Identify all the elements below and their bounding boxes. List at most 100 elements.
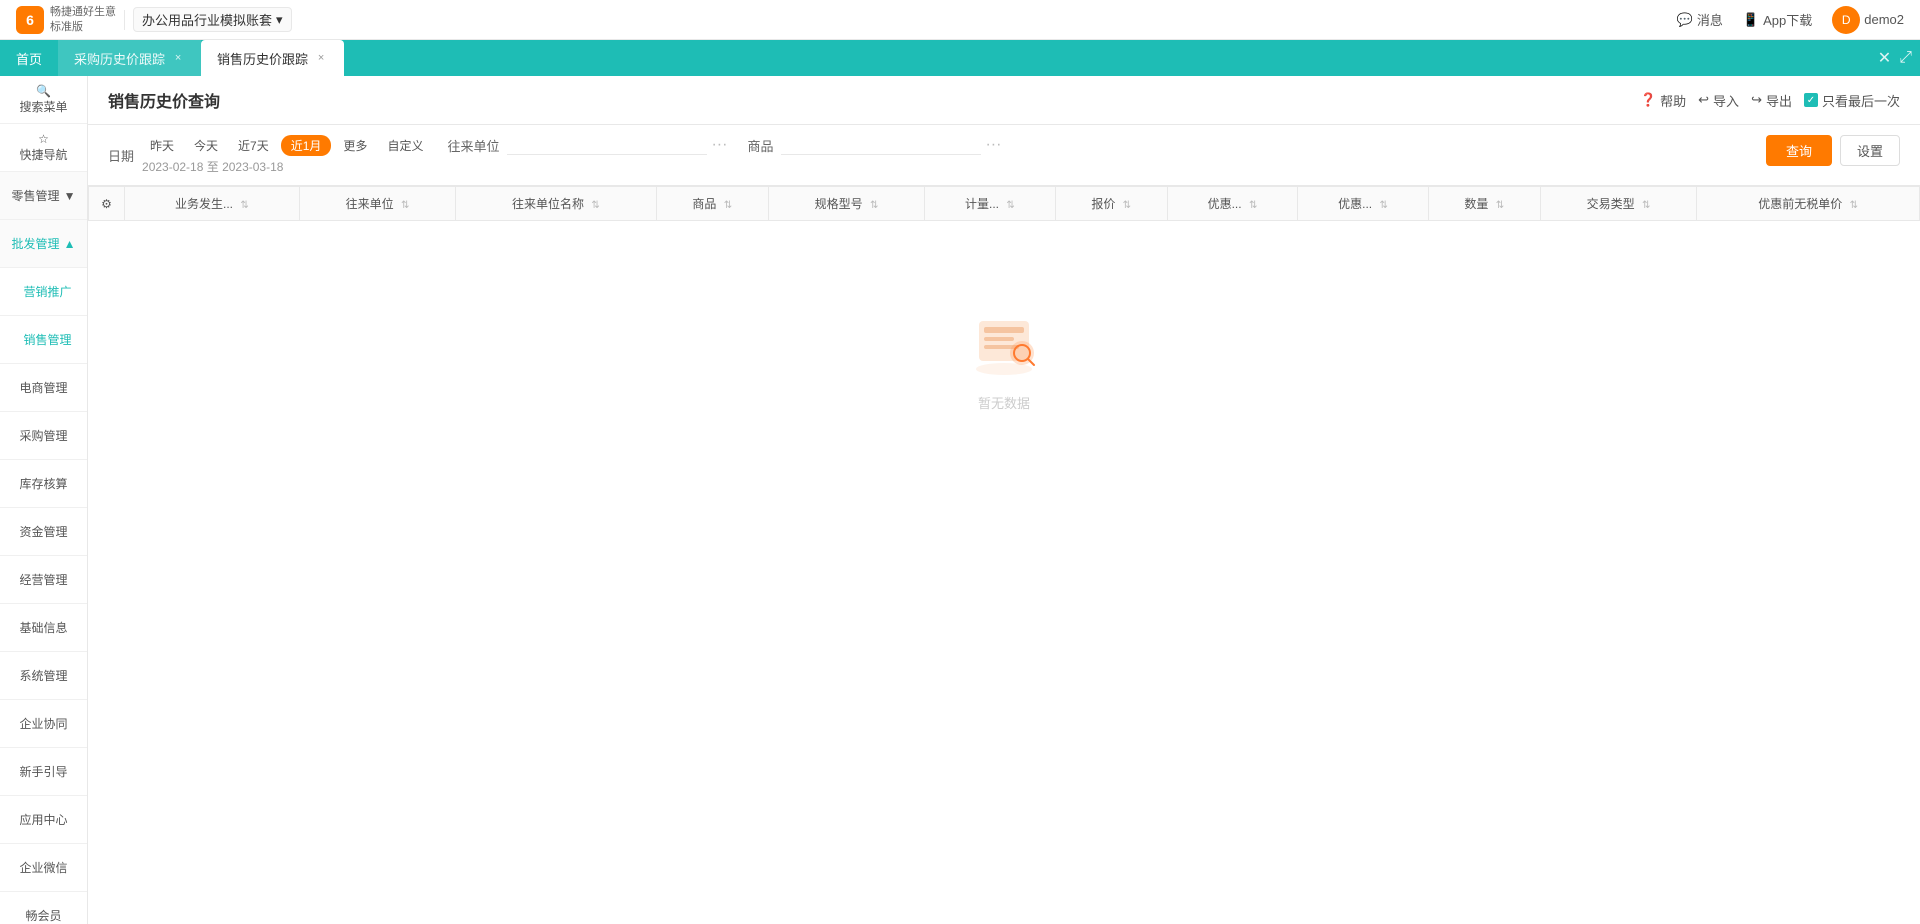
table-header-row: ⚙ 业务发生... ⇅ 往来单位 ⇅ 往来单位名称 ⇅ [89, 187, 1920, 221]
sidebar-item-purchase[interactable]: 采购管理 [0, 412, 87, 460]
sidebar-item-marketing[interactable]: 营销推广 [0, 268, 87, 316]
settings-button[interactable]: 设置 [1840, 135, 1900, 166]
filter-section: 日期 昨天 今天 近7天 近1月 更多 自定义 2023-02-18 至 202… [108, 135, 1900, 175]
tab-sales[interactable]: 销售历史价跟踪 × [201, 40, 344, 76]
product-browse-button[interactable]: ··· [981, 136, 1005, 154]
logo-text: 畅捷通好生意 标准版 [50, 5, 116, 34]
column-business-date[interactable]: 业务发生... ⇅ [125, 187, 300, 221]
sort-icon-discount2: ⇅ [1379, 200, 1387, 211]
sidebar-item-sales[interactable]: 销售管理 [0, 316, 87, 364]
column-partner-name[interactable]: 往来单位名称 ⇅ [456, 187, 657, 221]
sidebar-item-operations[interactable]: 经营管理 [0, 556, 87, 604]
column-partner[interactable]: 往来单位 ⇅ [299, 187, 455, 221]
sort-icon-business-date: ⇅ [240, 200, 248, 211]
date-btn-yesterday[interactable]: 昨天 [142, 135, 182, 156]
query-button[interactable]: 查询 [1766, 135, 1832, 166]
source-browse-button[interactable]: ··· [707, 136, 731, 154]
app-download-button[interactable]: 📱 App下载 [1743, 10, 1812, 29]
sort-icon-price-no-tax: ⇅ [1850, 200, 1858, 211]
sidebar-item-member[interactable]: 畅会员 [0, 892, 87, 924]
help-icon: ❓ [1640, 92, 1656, 108]
tabbar-end: ✕ ⤢ [1878, 48, 1920, 68]
column-discount2[interactable]: 优惠... ⇅ [1298, 187, 1429, 221]
sidebar-item-shortcuts[interactable]: ☆ 快捷导航 [0, 124, 87, 172]
message-icon: 💬 [1677, 12, 1693, 28]
data-table: ⚙ 业务发生... ⇅ 往来单位 ⇅ 往来单位名称 ⇅ [88, 186, 1920, 221]
date-btn-1month[interactable]: 近1月 [281, 135, 332, 156]
filter-source-group: 往来单位 ··· [447, 135, 731, 155]
date-range: 2023-02-18 至 2023-03-18 [142, 158, 431, 175]
message-button[interactable]: 💬 消息 [1677, 10, 1723, 29]
filter-actions: 查询 设置 [1766, 135, 1900, 166]
sidebar-item-system[interactable]: 系统管理 [0, 652, 87, 700]
column-settings[interactable]: ⚙ [89, 187, 125, 221]
tab-purchase-close-icon[interactable]: × [171, 51, 185, 65]
column-product[interactable]: 商品 ⇅ [656, 187, 768, 221]
sort-icon-trade-type: ⇅ [1642, 200, 1650, 211]
date-buttons: 昨天 今天 近7天 近1月 更多 自定义 [142, 135, 431, 156]
sidebar-item-finance[interactable]: 资金管理 [0, 508, 87, 556]
page-header: 销售历史价查询 ❓ 帮助 ↩ 导入 ↪ 导出 ✓ 只看最后一次 [88, 76, 1920, 125]
sort-icon-unit: ⇅ [1006, 200, 1014, 211]
sidebar-item-inventory[interactable]: 库存核算 [0, 460, 87, 508]
export-icon: ↪ [1751, 92, 1762, 108]
sort-icon-partner: ⇅ [401, 200, 409, 211]
workspace-chevron-icon: ▾ [276, 12, 283, 28]
table-header: ⚙ 业务发生... ⇅ 往来单位 ⇅ 往来单位名称 ⇅ [89, 187, 1920, 221]
column-discount1[interactable]: 优惠... ⇅ [1167, 187, 1298, 221]
column-quantity[interactable]: 数量 ⇅ [1428, 187, 1540, 221]
sort-icon-discount1: ⇅ [1249, 200, 1257, 211]
import-button[interactable]: ↩ 导入 [1698, 91, 1739, 110]
source-input[interactable] [507, 135, 707, 155]
page-actions: ❓ 帮助 ↩ 导入 ↪ 导出 ✓ 只看最后一次 [1640, 91, 1900, 110]
column-quote-price[interactable]: 报价 ⇅ [1055, 187, 1167, 221]
empty-illustration [964, 301, 1044, 381]
logo-icon: 6 [16, 6, 44, 34]
date-btn-7days[interactable]: 近7天 [230, 135, 277, 156]
content-area: 销售历史价查询 ❓ 帮助 ↩ 导入 ↪ 导出 ✓ 只看最后一次 [88, 76, 1920, 924]
sidebar-item-retail[interactable]: 零售管理 ▼ [0, 172, 87, 220]
column-spec[interactable]: 规格型号 ⇅ [768, 187, 924, 221]
main-layout: 🔍 搜索菜单 ☆ 快捷导航 零售管理 ▼ 批发管理 ▲ 营销推广 销售管理 电商… [0, 76, 1920, 924]
table-area: ⚙ 业务发生... ⇅ 往来单位 ⇅ 往来单位名称 ⇅ [88, 186, 1920, 924]
filter-date-group: 日期 昨天 今天 近7天 近1月 更多 自定义 2023-02-18 至 202… [108, 135, 431, 175]
column-price-no-tax[interactable]: 优惠前无税单价 ⇅ [1697, 187, 1920, 221]
checkbox-icon: ✓ [1804, 93, 1818, 107]
page-title: 销售历史价查询 [108, 88, 220, 112]
tabbar: 首页 采购历史价跟踪 × 销售历史价跟踪 × ✕ ⤢ [0, 40, 1920, 76]
topbar: 6 畅捷通好生意 标准版 办公用品行业模拟账套 ▾ 💬 消息 📱 App下载 D… [0, 0, 1920, 40]
sort-icon-partner-name: ⇅ [591, 200, 599, 211]
logo-area: 6 畅捷通好生意 标准版 [16, 5, 116, 34]
tab-home[interactable]: 首页 [0, 40, 58, 76]
only-last-checkbox[interactable]: ✓ 只看最后一次 [1804, 91, 1900, 110]
date-btn-today[interactable]: 今天 [186, 135, 226, 156]
product-input-wrapper: ··· [781, 135, 1005, 155]
chevron-down-icon: ▼ [64, 189, 76, 203]
sidebar-item-wechat[interactable]: 企业微信 [0, 844, 87, 892]
workspace-selector[interactable]: 办公用品行业模拟账套 ▾ [133, 7, 292, 32]
sidebar-item-enterprise[interactable]: 企业协同 [0, 700, 87, 748]
source-label: 往来单位 [447, 136, 499, 155]
date-btn-more[interactable]: 更多 [335, 135, 375, 156]
sidebar-item-wholesale[interactable]: 批发管理 ▲ [0, 220, 87, 268]
sidebar-item-basic-info[interactable]: 基础信息 [0, 604, 87, 652]
column-unit[interactable]: 计量... ⇅ [925, 187, 1056, 221]
sidebar-item-search[interactable]: 🔍 搜索菜单 [0, 76, 87, 124]
product-label: 商品 [747, 136, 773, 155]
help-button[interactable]: ❓ 帮助 [1640, 91, 1686, 110]
user-menu[interactable]: D demo2 [1832, 6, 1904, 34]
column-trade-type[interactable]: 交易类型 ⇅ [1540, 187, 1696, 221]
export-button[interactable]: ↪ 导出 [1751, 91, 1792, 110]
fullscreen-icon[interactable]: ⤢ [1899, 49, 1912, 67]
sidebar-item-ecommerce[interactable]: 电商管理 [0, 364, 87, 412]
sidebar-item-appstore[interactable]: 应用中心 [0, 796, 87, 844]
sort-icon-product: ⇅ [724, 200, 732, 211]
product-input[interactable] [781, 135, 981, 155]
sort-icon-quantity: ⇅ [1496, 200, 1504, 211]
close-all-icon[interactable]: ✕ [1878, 48, 1891, 68]
date-btn-custom[interactable]: 自定义 [379, 135, 431, 156]
tab-purchase[interactable]: 采购历史价跟踪 × [58, 40, 201, 76]
tab-sales-close-icon[interactable]: × [314, 51, 328, 65]
date-label: 日期 [108, 146, 134, 165]
sidebar-item-guide[interactable]: 新手引导 [0, 748, 87, 796]
